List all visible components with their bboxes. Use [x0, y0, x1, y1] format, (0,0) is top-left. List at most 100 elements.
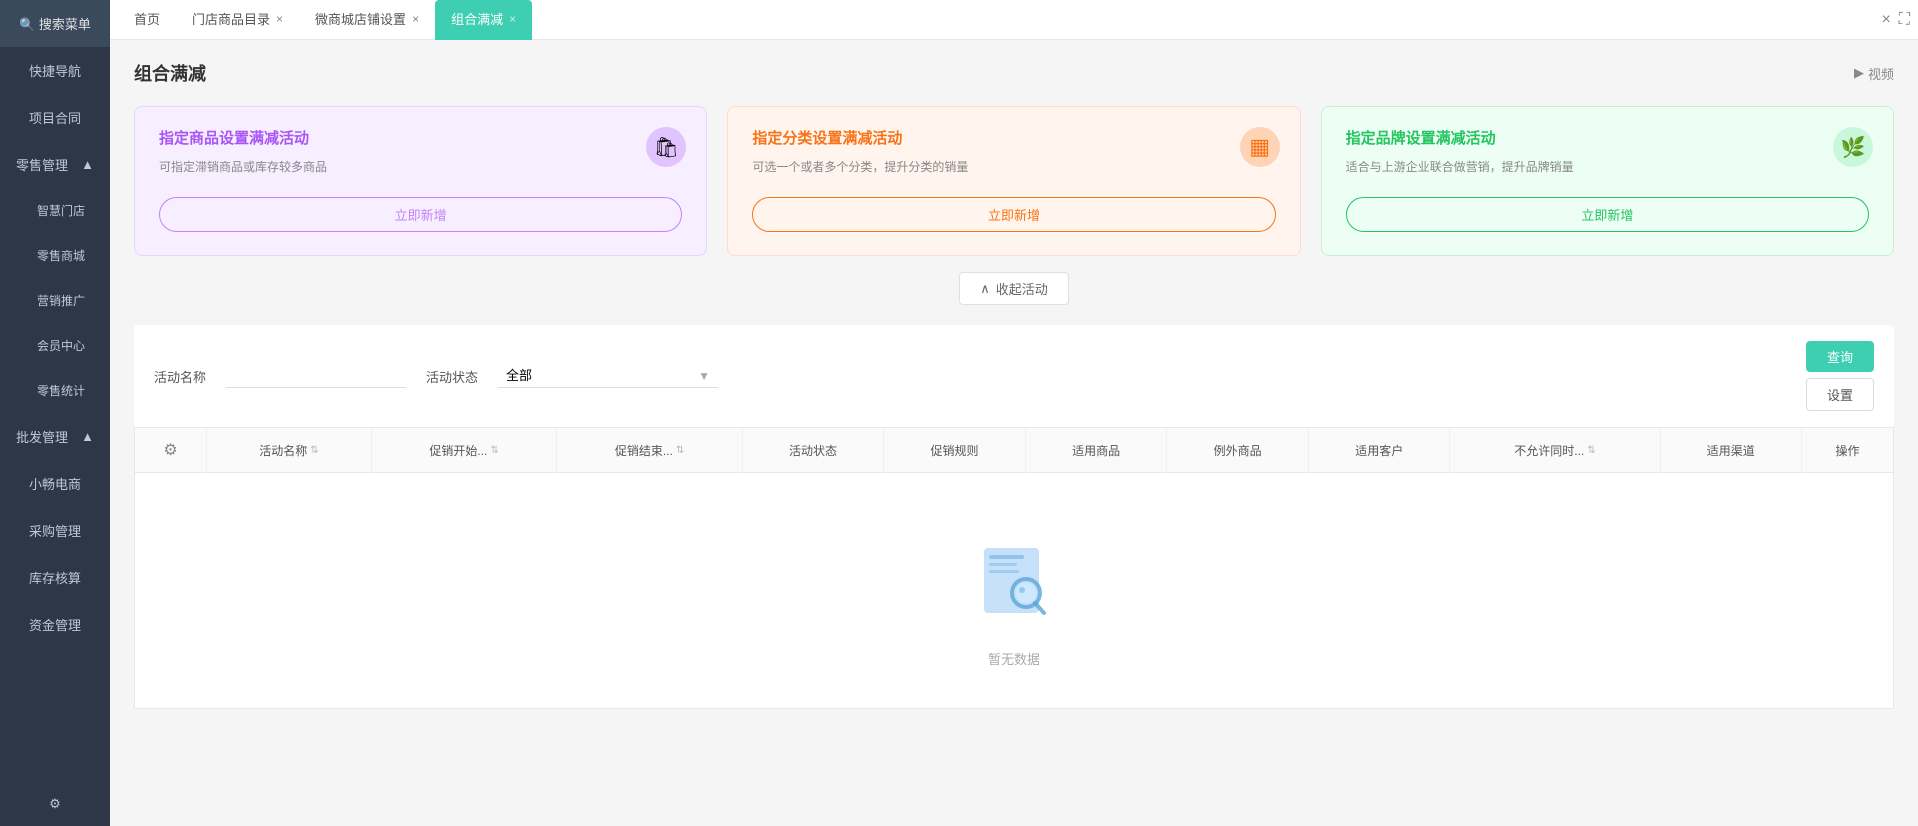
tab-home[interactable]: 首页 — [118, 0, 176, 40]
video-link[interactable]: ▶ 视频 — [1854, 64, 1894, 83]
col-activity-name: 活动名称 ⇅ — [206, 428, 371, 473]
promo-brand-icon: 🌿 — [1833, 127, 1873, 167]
search-icon: 🔍 — [19, 17, 35, 32]
promo-cards-row: 🛍 指定商品设置满减活动 可指定滞销商品或库存较多商品 立即新增 ▦ 指定分类设… — [134, 106, 1894, 256]
activity-status-select[interactable]: 全部 进行中 未开始 已结束 — [506, 368, 692, 383]
promo-category-btn[interactable]: 立即新增 — [752, 197, 1275, 232]
sidebar-item-label: 零售统计 — [37, 382, 85, 399]
query-button[interactable]: 查询 — [1806, 341, 1874, 372]
col-label: 操作 — [1836, 444, 1860, 458]
col-label: 促销开始... — [429, 442, 487, 459]
table-container: ⚙ 活动名称 ⇅ 促销开始... ⇅ — [134, 427, 1894, 709]
close-window-button[interactable]: × — [1881, 11, 1890, 29]
page-content: 组合满减 ▶ 视频 🛍 指定商品设置满减活动 可指定滞销商品或库存较多商品 立即… — [110, 40, 1918, 826]
sidebar-search[interactable]: 🔍 搜索菜单 — [0, 0, 110, 47]
empty-text: 暂无数据 — [988, 649, 1040, 668]
col-label: 促销结束... — [615, 442, 673, 459]
sidebar-item-label: 营销推广 — [37, 292, 85, 309]
chevron-up-icon: ▲ — [81, 157, 94, 172]
sidebar-item-member-center[interactable]: 会员中心 — [0, 323, 110, 368]
tab-bar: 首页 门店商品目录 × 微商城店铺设置 × 组合满减 × × ⛶ — [110, 0, 1918, 40]
page-title: 组合满减 — [134, 60, 206, 86]
sort-promo-start[interactable]: 促销开始... ⇅ — [382, 442, 546, 459]
sidebar-item-label: 快捷导航 — [29, 61, 81, 80]
promo-category-title: 指定分类设置满减活动 — [752, 127, 1275, 148]
activity-name-input[interactable] — [226, 364, 406, 388]
tab-wechat-store-close[interactable]: × — [412, 12, 419, 26]
sidebar-item-finance[interactable]: 资金管理 — [0, 601, 110, 648]
col-applicable-goods: 适用商品 — [1025, 428, 1167, 473]
tab-store-catalog[interactable]: 门店商品目录 × — [176, 0, 299, 40]
col-gear[interactable]: ⚙ — [135, 428, 206, 473]
sort-promo-end[interactable]: 促销结束... ⇅ — [567, 442, 731, 459]
promo-category-desc: 可选一个或者多个分类，提升分类的销量 — [752, 158, 1275, 177]
settings-button[interactable]: 设置 — [1806, 378, 1874, 411]
chevron-down-icon: ▼ — [698, 369, 710, 383]
empty-state: 暂无数据 — [135, 473, 1893, 708]
table-header-row: ⚙ 活动名称 ⇅ 促销开始... ⇅ — [135, 428, 1893, 473]
sort-icon: ⇅ — [676, 445, 684, 456]
sidebar-item-label: 库存核算 — [29, 568, 81, 587]
sidebar-item-retail-mgmt[interactable]: 零售管理 ▲ — [0, 141, 110, 188]
sidebar-item-inventory[interactable]: 库存核算 — [0, 554, 110, 601]
promo-card-specify-brand: 🌿 指定品牌设置满减活动 适合与上游企业联合做营销，提升品牌销量 立即新增 — [1321, 106, 1894, 256]
col-label: 例外商品 — [1214, 444, 1262, 458]
sidebar-item-purchase-mgmt[interactable]: 采购管理 — [0, 507, 110, 554]
promo-brand-btn[interactable]: 立即新增 — [1346, 197, 1869, 232]
col-label: 不允许同时... — [1514, 442, 1584, 459]
sidebar-item-label: 智慧门店 — [37, 202, 85, 219]
col-exception-goods: 例外商品 — [1167, 428, 1309, 473]
sidebar-item-project-contract[interactable]: 项目合同 — [0, 94, 110, 141]
gear-icon[interactable]: ⚙ — [163, 442, 177, 459]
sort-icon: ⇅ — [1587, 445, 1595, 456]
promo-card-specify-category: ▦ 指定分类设置满减活动 可选一个或者多个分类，提升分类的销量 立即新增 — [727, 106, 1300, 256]
col-activity-status: 活动状态 — [742, 428, 884, 473]
sort-icon: ⇅ — [310, 445, 318, 456]
promo-brand-title: 指定品牌设置满减活动 — [1346, 127, 1869, 148]
sidebar-item-label: 项目合同 — [29, 108, 81, 127]
sidebar-item-label: 零售管理 — [16, 155, 68, 174]
sidebar-item-marketing[interactable]: 营销推广 — [0, 278, 110, 323]
sidebar-item-xiaochangec[interactable]: 小畅电商 — [0, 460, 110, 507]
col-label: 活动状态 — [789, 444, 837, 458]
tab-store-catalog-label: 门店商品目录 — [192, 9, 270, 28]
sidebar-item-wholesale-mgmt[interactable]: 批发管理 ▲ — [0, 413, 110, 460]
promo-brand-desc: 适合与上游企业联合做营销，提升品牌销量 — [1346, 158, 1869, 177]
sidebar-item-smart-store[interactable]: 智慧门店 — [0, 188, 110, 233]
sidebar-item-retail-mall[interactable]: 零售商城 — [0, 233, 110, 278]
promo-card-specify-product: 🛍 指定商品设置满减活动 可指定滞销商品或库存较多商品 立即新增 — [134, 106, 707, 256]
main-area: 首页 门店商品目录 × 微商城店铺设置 × 组合满减 × × ⛶ 组合满减 ▶ … — [110, 0, 1918, 826]
promo-product-btn[interactable]: 立即新增 — [159, 197, 682, 232]
filter-actions: 查询 设置 — [1806, 341, 1874, 411]
play-icon: ▶ — [1854, 65, 1864, 81]
sort-icon: ⇅ — [490, 445, 498, 456]
sort-no-concurrent[interactable]: 不允许同时... ⇅ — [1460, 442, 1649, 459]
tab-wechat-store[interactable]: 微商城店铺设置 × — [299, 0, 435, 40]
promo-product-desc: 可指定滞销商品或库存较多商品 — [159, 158, 682, 177]
tab-store-catalog-close[interactable]: × — [276, 12, 283, 26]
promo-category-icon: ▦ — [1240, 127, 1280, 167]
col-label: 适用商品 — [1072, 444, 1120, 458]
sidebar-settings[interactable]: ⚙ — [0, 782, 110, 826]
sort-activity-name[interactable]: 活动名称 ⇅ — [217, 442, 361, 459]
sidebar-item-retail-stats[interactable]: 零售统计 — [0, 368, 110, 413]
video-label: 视频 — [1868, 64, 1894, 83]
tab-controls: × ⛶ — [1881, 11, 1910, 29]
page-header: 组合满减 ▶ 视频 — [134, 60, 1894, 86]
collapse-activity-button[interactable]: ∧ 收起活动 — [959, 272, 1069, 305]
promo-product-title: 指定商品设置满减活动 — [159, 127, 682, 148]
sidebar-item-quick-nav[interactable]: 快捷导航 — [0, 47, 110, 94]
activity-name-label: 活动名称 — [154, 367, 206, 386]
col-no-concurrent: 不允许同时... ⇅ — [1450, 428, 1660, 473]
col-promo-end: 促销结束... ⇅ — [557, 428, 742, 473]
col-label: 活动名称 — [259, 442, 307, 459]
tab-combo-discount-close[interactable]: × — [509, 12, 516, 26]
col-applicable-customer: 适用客户 — [1308, 428, 1450, 473]
col-applicable-channel: 适用渠道 — [1660, 428, 1802, 473]
tab-combo-discount[interactable]: 组合满减 × — [435, 0, 532, 40]
filter-row: 活动名称 活动状态 全部 进行中 未开始 已结束 ▼ 查询 设置 — [134, 325, 1894, 427]
sidebar-item-label: 采购管理 — [29, 521, 81, 540]
col-label: 促销规则 — [931, 444, 979, 458]
fullscreen-button[interactable]: ⛶ — [1899, 11, 1910, 29]
empty-icon — [964, 533, 1064, 633]
